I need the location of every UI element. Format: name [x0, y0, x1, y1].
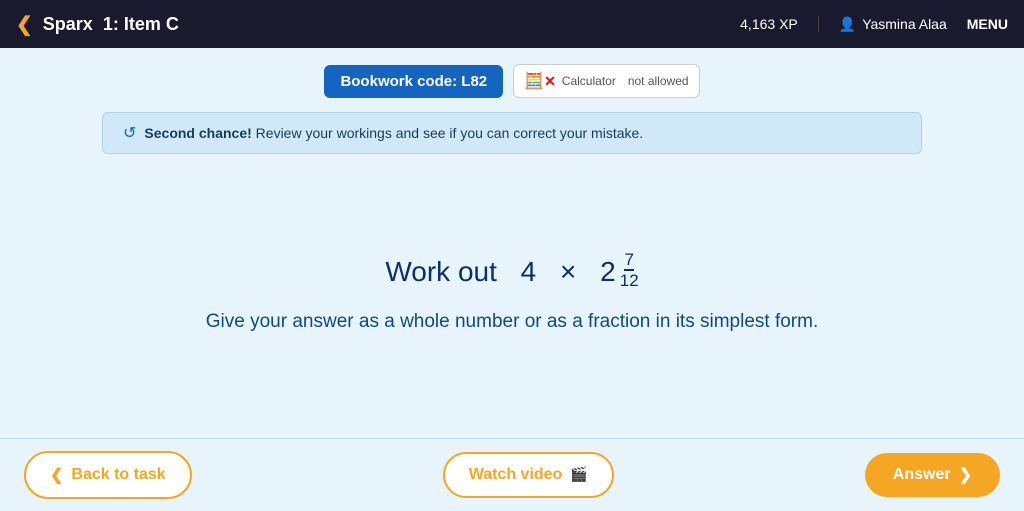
denominator: 12 — [620, 271, 639, 289]
calculator-badge: 🧮✕ Calculator not allowed — [513, 64, 699, 98]
user-icon: 👤 — [839, 16, 856, 33]
calculator-status: not allowed — [628, 74, 689, 88]
menu-button[interactable]: MENU — [967, 16, 1008, 32]
user-name: Yasmina Alaa — [862, 16, 947, 32]
header-item: 1: Item C — [103, 14, 179, 34]
watch-video-button[interactable]: Watch video — [443, 452, 614, 498]
question-times: × — [560, 256, 576, 288]
mixed-number: 2 7 12 — [600, 253, 639, 291]
question-number1: 4 — [521, 256, 537, 288]
bookwork-bar: Bookwork code: L82 🧮✕ Calculator not all… — [324, 64, 699, 98]
calculator-x-icon: ✕ — [544, 73, 556, 89]
back-to-task-button[interactable]: Back to task — [24, 451, 192, 499]
banner-detail: Review your workings and see if you can … — [252, 125, 643, 141]
user-info: 👤 Yasmina Alaa — [839, 16, 947, 33]
watch-label: Watch video — [469, 466, 563, 484]
brand-name: Sparx — [43, 14, 93, 34]
question-area: Work out 4 × 2 7 12 Give your answer as … — [24, 164, 1000, 422]
answer-button[interactable]: Answer — [865, 453, 1000, 497]
bookwork-code: Bookwork code: L82 — [324, 65, 503, 98]
header-back-icon[interactable]: ❮ — [16, 12, 33, 37]
header-title: Sparx 1: Item C — [43, 14, 740, 35]
calculator-label: Calculator — [562, 74, 616, 88]
bottom-bar: Back to task Watch video Answer — [0, 438, 1024, 511]
xp-display: 4,163 XP — [740, 16, 819, 32]
banner-bold: Second chance! — [144, 125, 251, 141]
question-prefix: Work out — [385, 256, 497, 288]
banner-text: Second chance! Review your workings and … — [144, 125, 643, 141]
question-math: Work out 4 × 2 7 12 — [385, 253, 638, 291]
fraction: 7 12 — [620, 251, 639, 289]
video-icon — [570, 466, 587, 484]
chevron-right-icon — [959, 465, 972, 485]
chevron-left-icon — [50, 465, 63, 485]
main-content: Bookwork code: L82 🧮✕ Calculator not all… — [0, 48, 1024, 438]
answer-label: Answer — [893, 466, 951, 484]
question-subtext: Give your answer as a whole number or as… — [206, 311, 818, 333]
back-label: Back to task — [71, 466, 165, 484]
header: ❮ Sparx 1: Item C 4,163 XP 👤 Yasmina Ala… — [0, 0, 1024, 48]
numerator: 7 — [624, 251, 633, 271]
second-chance-icon: ↺ — [123, 123, 136, 143]
calculator-icon: 🧮✕ — [524, 71, 556, 91]
whole-number: 2 — [600, 256, 616, 288]
second-chance-banner: ↺ Second chance! Review your workings an… — [102, 112, 922, 154]
